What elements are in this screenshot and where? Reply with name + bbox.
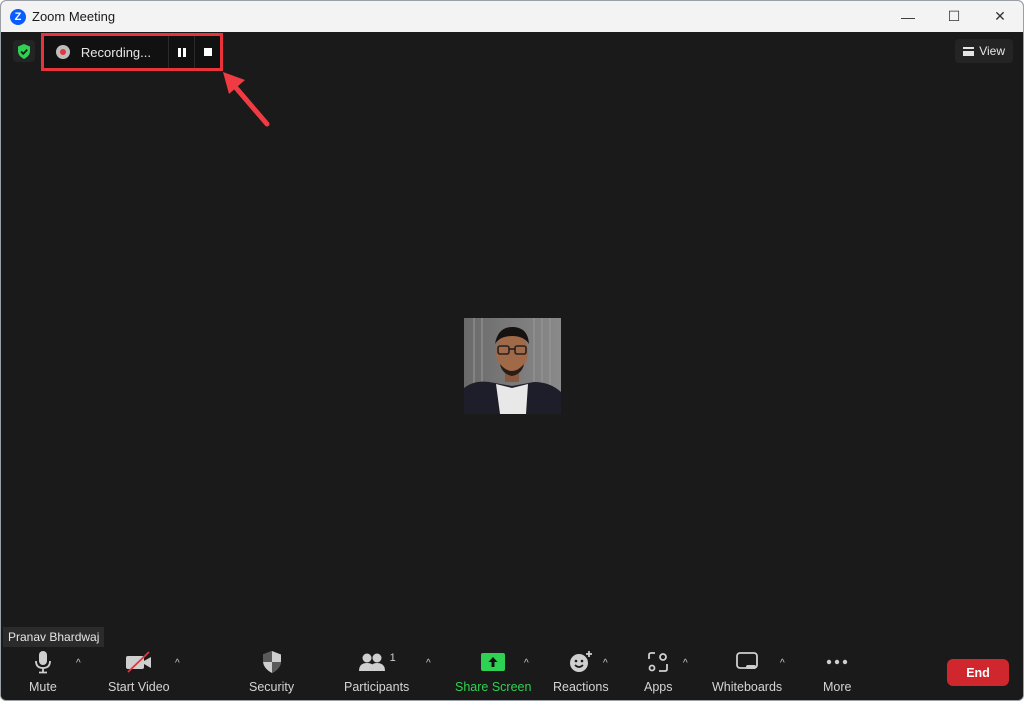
meeting-stage: Recording... View Pranav Bhardwaj Mute ^… (1, 32, 1023, 700)
security-button[interactable]: Security (249, 648, 294, 694)
recording-dot-icon (56, 45, 70, 59)
share-screen-button[interactable]: Share Screen (455, 648, 531, 694)
minimize-button[interactable]: — (885, 1, 931, 32)
annotation-arrow-icon (223, 72, 270, 127)
recording-indicator: Recording... (41, 33, 223, 71)
mute-options-caret[interactable]: ^ (76, 658, 81, 669)
reactions-options-caret[interactable]: ^ (603, 658, 608, 669)
share-screen-icon (481, 648, 506, 676)
reactions-icon (568, 648, 594, 676)
more-label: More (823, 680, 852, 694)
share-screen-label: Share Screen (455, 680, 532, 694)
view-button[interactable]: View (955, 39, 1013, 63)
whiteboard-icon (736, 648, 758, 676)
start-video-label: Start Video (108, 680, 170, 694)
security-label: Security (249, 680, 295, 694)
grid-view-icon (963, 46, 975, 56)
mute-label: Mute (29, 680, 57, 694)
shield-icon (261, 648, 283, 676)
participant-name-tag: Pranav Bhardwaj (3, 627, 105, 647)
window-controls: — ☐ ✕ (885, 1, 1023, 32)
apps-icon (648, 648, 669, 676)
video-options-caret[interactable]: ^ (175, 658, 180, 669)
zoom-logo-icon: Z (10, 8, 26, 25)
video-off-icon (125, 648, 153, 676)
reactions-label: Reactions (553, 680, 609, 694)
apps-label: Apps (644, 680, 673, 694)
stop-icon (203, 48, 212, 56)
encryption-shield-icon[interactable] (13, 40, 35, 62)
start-video-button[interactable]: Start Video (108, 648, 170, 694)
share-options-caret[interactable]: ^ (524, 658, 529, 669)
participant-photo (464, 318, 561, 414)
participant-video-tile[interactable] (464, 318, 561, 414)
whiteboards-button[interactable]: Whiteboards (712, 648, 782, 694)
pause-recording-button[interactable] (168, 36, 194, 68)
participants-label: Participants (344, 680, 410, 694)
view-label: View (979, 44, 1005, 58)
microphone-icon (33, 648, 53, 676)
apps-options-caret[interactable]: ^ (683, 658, 688, 669)
whiteboards-options-caret[interactable]: ^ (780, 658, 785, 669)
mute-button[interactable]: Mute (29, 648, 57, 694)
close-button[interactable]: ✕ (977, 1, 1023, 32)
participants-icon: 1 (358, 648, 396, 676)
more-icon (826, 648, 848, 676)
more-button[interactable]: More (823, 648, 851, 694)
pause-icon (177, 47, 186, 57)
zoom-meeting-window: Z Zoom Meeting — ☐ ✕ Recording... View P… (0, 0, 1024, 701)
maximize-button[interactable]: ☐ (931, 1, 977, 32)
recording-label: Recording... (80, 44, 151, 60)
stop-recording-button[interactable] (194, 36, 220, 68)
title-bar: Z Zoom Meeting — ☐ ✕ (1, 1, 1023, 32)
participant-count: 1 (389, 652, 396, 664)
window-title: Zoom Meeting (32, 9, 116, 24)
whiteboards-label: Whiteboards (712, 680, 783, 694)
end-meeting-button[interactable]: End (947, 659, 1009, 686)
reactions-button[interactable]: Reactions (553, 648, 609, 694)
meeting-toolbar: Mute ^ Start Video ^ Security 1 Particip… (1, 648, 1023, 700)
apps-button[interactable]: Apps (644, 648, 673, 694)
participants-button[interactable]: 1 Participants (344, 648, 409, 694)
participants-options-caret[interactable]: ^ (426, 658, 431, 669)
